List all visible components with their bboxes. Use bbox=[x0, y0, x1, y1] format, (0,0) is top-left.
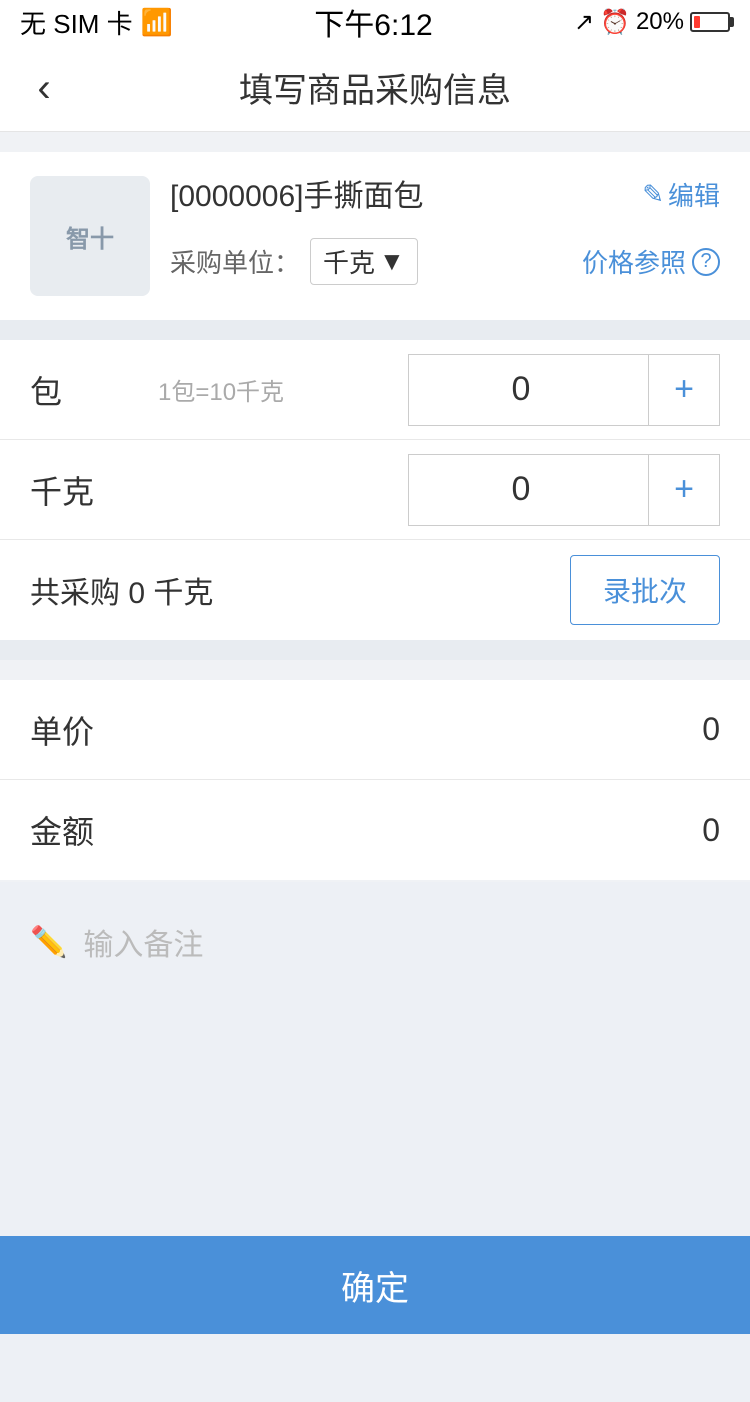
price-ref-info-icon: ? bbox=[692, 248, 720, 276]
dropdown-arrow-icon: ▼ bbox=[379, 246, 405, 277]
nav-bar: ‹ 填写商品采购信息 bbox=[0, 44, 750, 132]
amount-label: 金额 bbox=[30, 807, 94, 853]
alarm-icon: ⏰ bbox=[600, 8, 630, 37]
price-ref-label: 价格参照 bbox=[582, 243, 686, 280]
product-card: 智十 [0000006]手撕面包 ✎ 编辑 采购单位： 千克 ▼ 价格参照 ? bbox=[0, 152, 750, 320]
input-section: 包 1包=10千克 + 千克 + 共采购 0 千克 录批次 bbox=[0, 340, 750, 640]
wifi-icon: 📶 bbox=[141, 7, 173, 38]
price-reference-button[interactable]: 价格参照 ? bbox=[582, 243, 720, 280]
product-info: [0000006]手撕面包 ✎ 编辑 采购单位： 千克 ▼ 价格参照 ? bbox=[170, 176, 720, 285]
edit-icon: ✎ bbox=[642, 179, 664, 210]
sim-label: 无 SIM 卡 bbox=[20, 4, 133, 41]
edit-label: 编辑 bbox=[668, 176, 720, 213]
back-arrow-icon: ‹ bbox=[37, 68, 50, 108]
unit-price-row: 单价 0 bbox=[0, 680, 750, 780]
bao-input[interactable] bbox=[408, 354, 648, 426]
confirm-button-label: 确定 bbox=[341, 1261, 409, 1310]
divider-top bbox=[0, 320, 750, 340]
product-thumbnail: 智十 bbox=[30, 176, 150, 296]
battery-icon bbox=[690, 12, 730, 32]
amount-value: 0 bbox=[702, 812, 720, 849]
bao-input-row: 包 1包=10千克 + bbox=[0, 340, 750, 440]
purchase-unit-label: 采购单位： bbox=[170, 243, 300, 280]
amount-row: 金额 0 bbox=[0, 780, 750, 880]
thumb-text: 智十 bbox=[66, 219, 114, 254]
product-header: [0000006]手撕面包 ✎ 编辑 bbox=[170, 176, 720, 218]
bao-plus-button[interactable]: + bbox=[648, 354, 720, 426]
pencil-icon: ✏️ bbox=[30, 925, 67, 960]
notes-placeholder: 输入备注 bbox=[83, 920, 203, 964]
back-button[interactable]: ‹ bbox=[0, 44, 88, 132]
status-time: 下午6:12 bbox=[314, 0, 432, 44]
record-batch-button[interactable]: 录批次 bbox=[570, 555, 720, 625]
total-row: 共采购 0 千克 录批次 bbox=[0, 540, 750, 640]
edit-button[interactable]: ✎ 编辑 bbox=[642, 176, 720, 213]
battery-percent: 20% bbox=[636, 8, 684, 36]
status-bar: 无 SIM 卡 📶 下午6:12 ↗ ⏰ 20% bbox=[0, 0, 750, 44]
kg-input[interactable] bbox=[408, 454, 648, 526]
status-left: 无 SIM 卡 📶 bbox=[20, 4, 173, 41]
kg-label: 千克 bbox=[30, 467, 150, 513]
total-amount-text: 共采购 0 千克 bbox=[30, 568, 213, 612]
bao-label: 包 bbox=[30, 367, 150, 413]
bao-input-wrap: + bbox=[284, 354, 720, 426]
page-title: 填写商品采购信息 bbox=[239, 63, 511, 112]
confirm-bar[interactable]: 确定 bbox=[0, 1236, 750, 1334]
divider-middle bbox=[0, 640, 750, 660]
status-right: ↗ ⏰ 20% bbox=[574, 8, 730, 37]
kg-input-row: 千克 + bbox=[0, 440, 750, 540]
kg-input-wrap: + bbox=[150, 454, 720, 526]
unit-dropdown[interactable]: 千克 ▼ bbox=[310, 238, 418, 285]
location-icon: ↗ bbox=[574, 8, 594, 37]
product-name: [0000006]手撕面包 bbox=[170, 176, 423, 218]
unit-value: 千克 bbox=[323, 243, 375, 280]
unit-price-label: 单价 bbox=[30, 707, 94, 753]
product-meta: 采购单位： 千克 ▼ 价格参照 ? bbox=[170, 238, 720, 285]
bao-sublabel: 1包=10千克 bbox=[158, 372, 284, 407]
price-section: 单价 0 金额 0 bbox=[0, 680, 750, 880]
empty-area bbox=[0, 1002, 750, 1402]
notes-section[interactable]: ✏️ 输入备注 bbox=[0, 882, 750, 1002]
unit-price-value: 0 bbox=[702, 711, 720, 748]
kg-plus-button[interactable]: + bbox=[648, 454, 720, 526]
purchase-unit: 采购单位： 千克 ▼ bbox=[170, 238, 418, 285]
